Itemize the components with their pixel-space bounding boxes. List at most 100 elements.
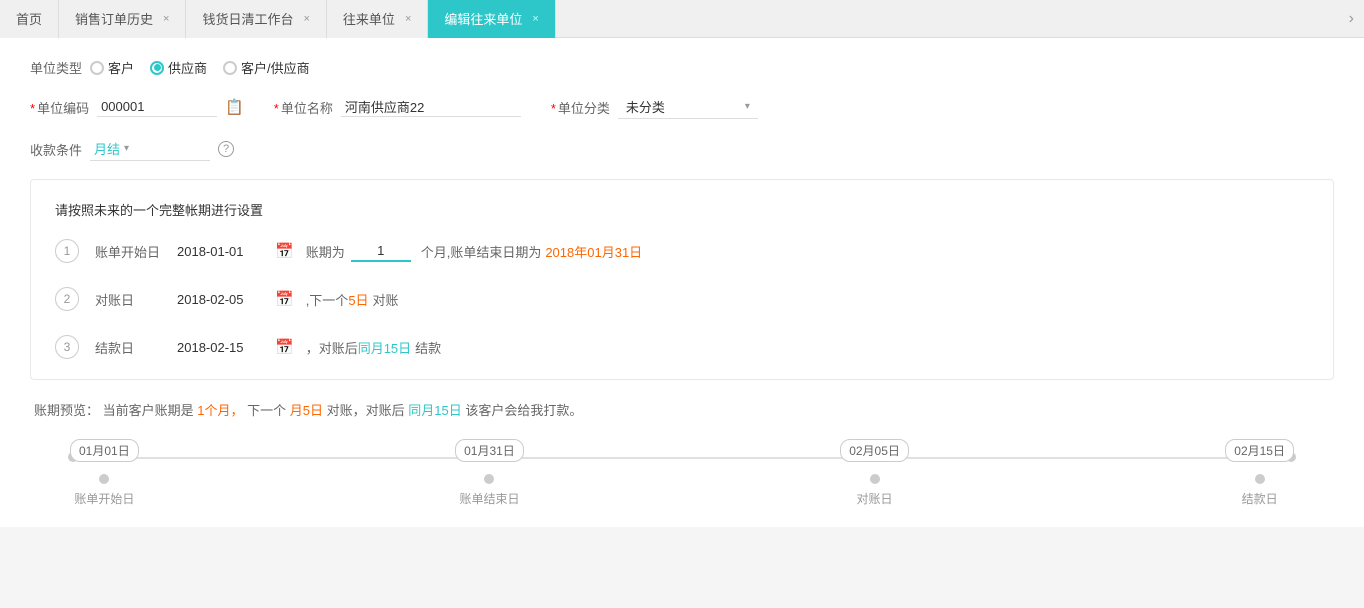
step-num-1: 1: [55, 239, 79, 263]
unit-code-calendar-icon[interactable]: 📋: [225, 98, 244, 116]
classify-dropdown-icon: ▾: [745, 101, 750, 112]
tabs-bar: 首页 销售订单历史 × 钱货日清工作台 × 往来单位 × 编辑往来单位 × ›: [0, 0, 1364, 38]
step-2-desc-highlight: 5日: [348, 290, 368, 309]
tab-partner-unit-close[interactable]: ×: [405, 13, 411, 25]
unit-type-label: 单位类型: [30, 58, 82, 77]
timeline-label-1: 账单开始日: [74, 490, 134, 507]
unit-type-group: 单位类型 客户 供应商 客户/供应商: [30, 58, 310, 77]
step-3-desc-highlight: 同月15日: [358, 338, 411, 357]
unit-code-input[interactable]: [97, 97, 217, 117]
timeline-container: 01月01日 账单开始日 01月31日 账单结束日 02月05日 对账日 02月…: [30, 439, 1334, 507]
preview-text-3: 对账，对账后: [327, 403, 405, 418]
step-3-desc-before: ，对账后: [306, 338, 358, 357]
preview-highlight-1: 1个月，: [197, 403, 243, 418]
timeline-label-3: 对账日: [857, 490, 893, 507]
tab-sales-history[interactable]: 销售订单历史 ×: [59, 0, 186, 38]
step-2-desc-before: ,下一个: [306, 290, 349, 309]
step-row-1: 1 账单开始日 2018-01-01 📅 账期为 个月,账单结束日期为 2018…: [55, 239, 1309, 263]
payment-terms-label: 收款条件: [30, 140, 82, 159]
radio-customer-label: 客户: [108, 58, 134, 77]
step-3-calendar-icon[interactable]: 📅: [275, 338, 294, 356]
timeline-dot-2: [484, 474, 494, 484]
step-label-2: 对账日: [95, 290, 165, 309]
preview-text: 账期预览： 当前客户账期是 1个月， 下一个 月5日 对账，对账后 同月15日 …: [30, 400, 1334, 419]
radio-supplier-circle: [150, 61, 164, 75]
unit-code-group: *单位编码 📋: [30, 97, 244, 117]
unit-name-input[interactable]: [341, 97, 521, 117]
radio-supplier-label: 供应商: [168, 58, 207, 77]
tab-partner-unit-label: 往来单位: [343, 9, 395, 28]
tab-sales-history-label: 销售订单历史: [75, 9, 153, 28]
step-row-3: 3 结款日 2018-02-15 📅 ，对账后 同月15日 结款: [55, 335, 1309, 359]
step-1-period-label: 账期为: [306, 242, 345, 261]
unit-classify-label: *单位分类: [551, 98, 610, 117]
code-required-star: *: [30, 101, 35, 116]
step-1-period-unit: 个月,账单结束日期为: [421, 242, 542, 261]
step-1-calendar-icon[interactable]: 📅: [275, 242, 294, 260]
classify-required-star: *: [551, 101, 556, 116]
tab-home-label: 首页: [16, 9, 42, 28]
timeline-label-2: 账单结束日: [459, 490, 519, 507]
timeline-badge-1: 01月01日: [70, 439, 139, 462]
tab-sales-history-close[interactable]: ×: [163, 13, 169, 25]
timeline-badge-2: 01月31日: [455, 439, 524, 462]
timeline-dot-1: [99, 474, 109, 484]
step-num-2: 2: [55, 287, 79, 311]
unit-classify-value: 未分类: [626, 97, 741, 116]
preview-text-4: 该客户会给我打款。: [465, 403, 582, 418]
step-date-1: 2018-01-01: [177, 244, 267, 259]
tab-edit-partner-label: 编辑往来单位: [444, 9, 522, 28]
unit-info-row: *单位编码 📋 *单位名称 *单位分类 未分类 ▾: [30, 95, 1334, 119]
tab-more-button[interactable]: ›: [1339, 10, 1364, 28]
radio-both-label: 客户/供应商: [241, 58, 310, 77]
step-num-3: 3: [55, 335, 79, 359]
timeline-dot-4: [1255, 474, 1265, 484]
main-content: 单位类型 客户 供应商 客户/供应商: [0, 38, 1364, 527]
unit-name-label: *单位名称: [274, 98, 333, 117]
unit-code-label: *单位编码: [30, 98, 89, 117]
step-2-desc-after: 对账: [373, 290, 399, 309]
preview-text-1: 当前客户账期是: [103, 403, 194, 418]
radio-both[interactable]: 客户/供应商: [223, 58, 310, 77]
form-section: 单位类型 客户 供应商 客户/供应商: [30, 58, 1334, 161]
payment-terms-value: 月结: [94, 139, 120, 158]
timeline-point-1: 01月01日 账单开始日: [70, 439, 139, 507]
tab-edit-partner[interactable]: 编辑往来单位 ×: [428, 0, 555, 38]
timeline-point-4: 02月15日 结款日: [1225, 439, 1294, 507]
tab-cash-work-close[interactable]: ×: [303, 13, 309, 25]
timeline-point-3: 02月05日 对账日: [840, 439, 909, 507]
help-icon[interactable]: ?: [218, 141, 234, 157]
timeline-dot-3: [870, 474, 880, 484]
timeline-badge-4: 02月15日: [1225, 439, 1294, 462]
payment-terms-dropdown-icon: ▾: [124, 143, 129, 154]
timeline-point-2: 01月31日 账单结束日: [455, 439, 524, 507]
preview-text-2: 下一个: [247, 403, 286, 418]
radio-customer[interactable]: 客户: [90, 58, 134, 77]
tab-edit-partner-close[interactable]: ×: [532, 13, 538, 25]
settings-section-box: 请按照未来的一个完整帐期进行设置 1 账单开始日 2018-01-01 📅 账期…: [30, 179, 1334, 380]
radio-customer-circle: [90, 61, 104, 75]
preview-highlight-2: 月5日: [290, 403, 323, 418]
section-tip: 请按照未来的一个完整帐期进行设置: [55, 200, 1309, 219]
unit-name-group: *单位名称: [274, 97, 521, 117]
step-date-3: 2018-02-15: [177, 340, 267, 355]
preview-section: 账期预览： 当前客户账期是 1个月， 下一个 月5日 对账，对账后 同月15日 …: [30, 400, 1334, 507]
period-input[interactable]: [351, 241, 411, 262]
tab-cash-work-label: 钱货日清工作台: [202, 9, 293, 28]
timeline-badge-3: 02月05日: [840, 439, 909, 462]
tab-home[interactable]: 首页: [0, 0, 59, 38]
radio-both-circle: [223, 61, 237, 75]
name-required-star: *: [274, 101, 279, 116]
radio-supplier[interactable]: 供应商: [150, 58, 207, 77]
step-1-end-date: 2018年01月31日: [545, 242, 642, 261]
radio-group: 客户 供应商 客户/供应商: [90, 58, 310, 77]
payment-terms-select[interactable]: 月结 ▾: [90, 137, 210, 161]
tab-cash-work[interactable]: 钱货日清工作台 ×: [186, 0, 326, 38]
step-row-2: 2 对账日 2018-02-05 📅 ,下一个 5日 对账: [55, 287, 1309, 311]
step-2-calendar-icon[interactable]: 📅: [275, 290, 294, 308]
tab-partner-unit[interactable]: 往来单位 ×: [327, 0, 428, 38]
payment-terms-group: 收款条件 月结 ▾ ?: [30, 137, 234, 161]
unit-type-row: 单位类型 客户 供应商 客户/供应商: [30, 58, 1334, 77]
unit-classify-select[interactable]: 未分类 ▾: [618, 95, 758, 119]
step-label-1: 账单开始日: [95, 242, 165, 261]
